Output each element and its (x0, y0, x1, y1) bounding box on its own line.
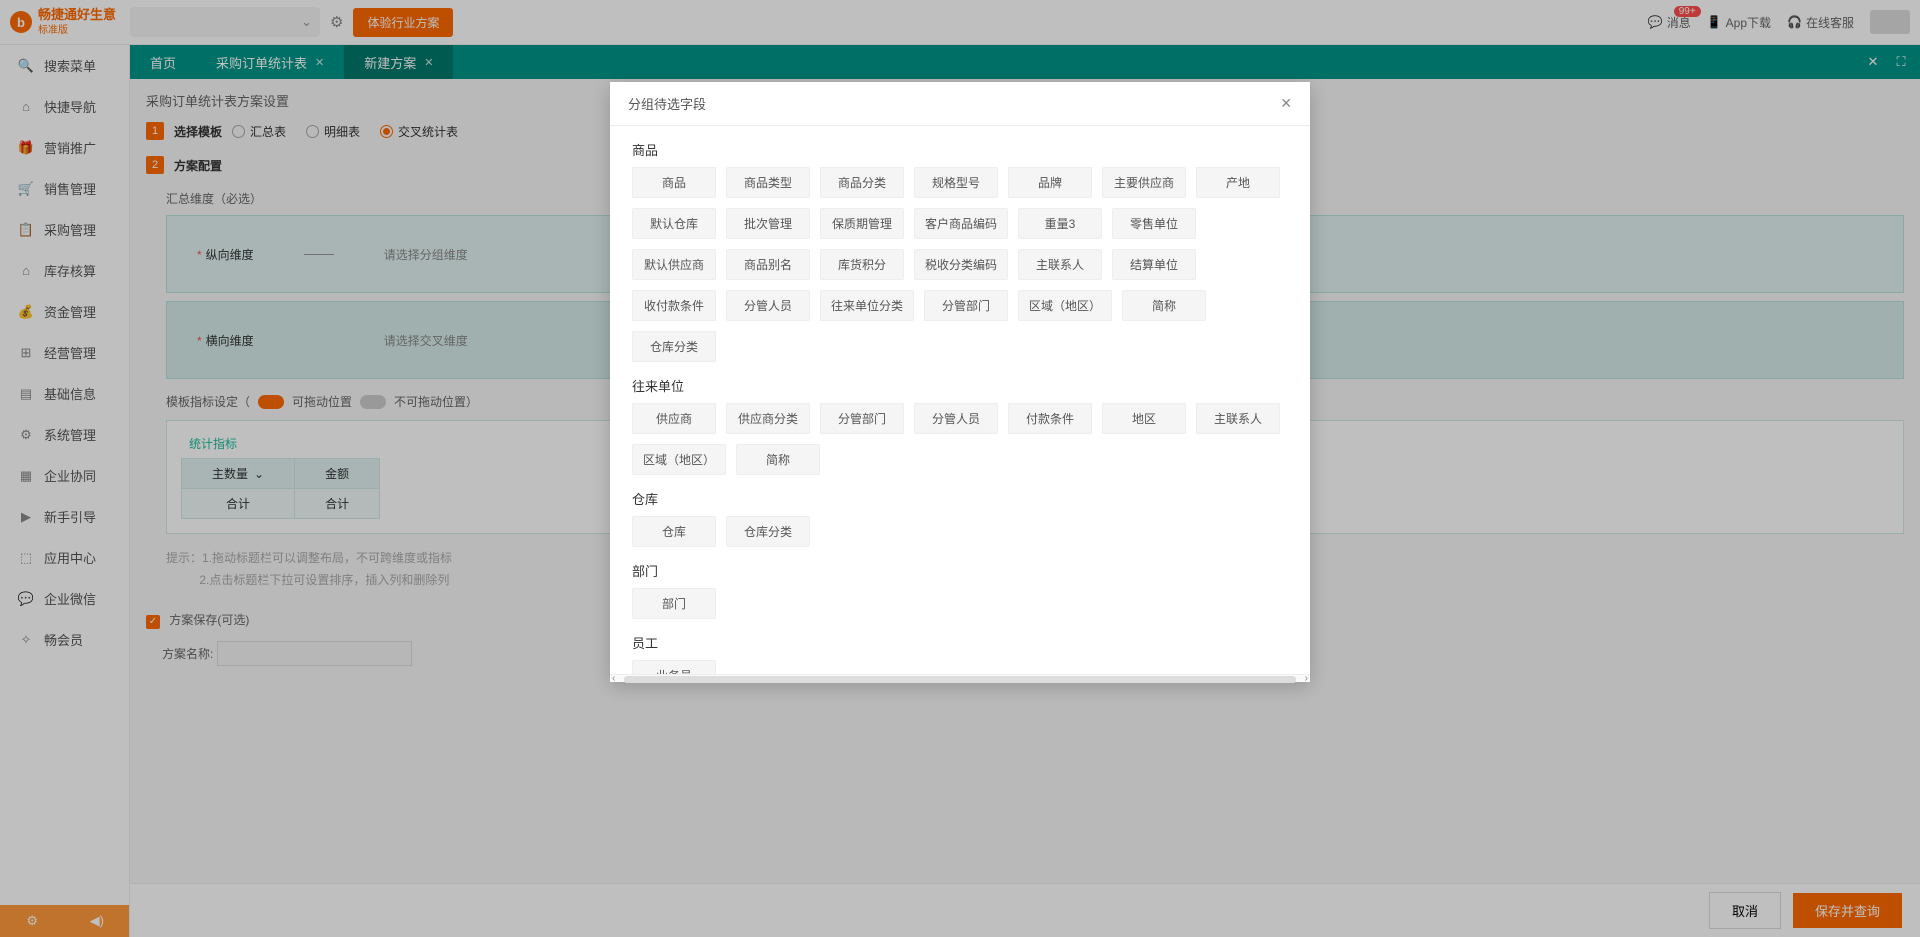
field-chip[interactable]: 客户商品编码 (914, 208, 1008, 239)
field-chip[interactable]: 供应商 (632, 403, 716, 434)
modal-body: 商品商品商品类型商品分类规格型号品牌主要供应商产地默认仓库批次管理保质期管理客户… (610, 126, 1310, 674)
field-group-title: 仓库 (632, 489, 1288, 508)
field-chip-row: 业务员 (632, 660, 1288, 674)
field-chip[interactable]: 业务员 (632, 660, 716, 674)
field-group-title: 往来单位 (632, 376, 1288, 395)
field-chip[interactable]: 分管人员 (914, 403, 998, 434)
modal-horizontal-scrollbar[interactable] (610, 674, 1310, 682)
field-chip[interactable]: 往来单位分类 (820, 290, 914, 321)
field-chip[interactable]: 部门 (632, 588, 716, 619)
field-chip[interactable]: 商品分类 (820, 167, 904, 198)
field-chip[interactable]: 仓库分类 (726, 516, 810, 547)
field-chip[interactable]: 保质期管理 (820, 208, 904, 239)
field-chip[interactable]: 重量3 (1018, 208, 1102, 239)
field-chip[interactable]: 默认仓库 (632, 208, 716, 239)
field-chip[interactable]: 主联系人 (1018, 249, 1102, 280)
field-chip-row: 供应商供应商分类分管部门分管人员付款条件地区主联系人区域（地区） 简称 (632, 403, 1288, 475)
field-chip[interactable]: 主联系人 (1196, 403, 1280, 434)
field-chip[interactable]: 分管部门 (820, 403, 904, 434)
modal-header: 分组待选字段 ✕ (610, 82, 1310, 126)
modal-title: 分组待选字段 (628, 94, 706, 113)
field-chip[interactable]: 区域（地区） (1018, 290, 1112, 321)
field-chip[interactable]: 区域（地区） (632, 444, 726, 475)
field-chip-row: 部门 (632, 588, 1288, 619)
field-chip[interactable]: 付款条件 (1008, 403, 1092, 434)
field-chip[interactable]: 主要供应商 (1102, 167, 1186, 198)
field-chip[interactable]: 产地 (1196, 167, 1280, 198)
field-chip[interactable]: 收付款条件 (632, 290, 716, 321)
field-chip-row: 商品商品类型商品分类规格型号品牌主要供应商产地默认仓库批次管理保质期管理客户商品… (632, 167, 1288, 362)
field-chip[interactable]: 商品别名 (726, 249, 810, 280)
modal-close-icon[interactable]: ✕ (1280, 95, 1292, 112)
field-select-modal: 分组待选字段 ✕ 商品商品商品类型商品分类规格型号品牌主要供应商产地默认仓库批次… (610, 82, 1310, 682)
field-group-title: 员工 (632, 633, 1288, 652)
field-chip[interactable]: 库货积分 (820, 249, 904, 280)
field-chip[interactable]: 品牌 (1008, 167, 1092, 198)
field-chip[interactable]: 税收分类编码 (914, 249, 1008, 280)
field-chip[interactable]: 地区 (1102, 403, 1186, 434)
field-chip-row: 仓库仓库分类 (632, 516, 1288, 547)
field-chip[interactable]: 分管人员 (726, 290, 810, 321)
field-chip[interactable]: 分管部门 (924, 290, 1008, 321)
field-group-title: 部门 (632, 561, 1288, 580)
field-chip[interactable]: 仓库分类 (632, 331, 716, 362)
field-group-title: 商品 (632, 140, 1288, 159)
modal-overlay[interactable]: 分组待选字段 ✕ 商品商品商品类型商品分类规格型号品牌主要供应商产地默认仓库批次… (0, 0, 1920, 937)
field-chip[interactable]: 批次管理 (726, 208, 810, 239)
field-chip[interactable]: 结算单位 (1112, 249, 1196, 280)
field-chip[interactable]: 规格型号 (914, 167, 998, 198)
field-chip[interactable]: 简称 (736, 444, 820, 475)
field-chip[interactable]: 商品 (632, 167, 716, 198)
field-chip[interactable]: 商品类型 (726, 167, 810, 198)
field-chip[interactable]: 仓库 (632, 516, 716, 547)
field-chip[interactable]: 默认供应商 (632, 249, 716, 280)
field-chip[interactable]: 供应商分类 (726, 403, 810, 434)
field-chip[interactable]: 简称 (1122, 290, 1206, 321)
field-chip[interactable]: 零售单位 (1112, 208, 1196, 239)
